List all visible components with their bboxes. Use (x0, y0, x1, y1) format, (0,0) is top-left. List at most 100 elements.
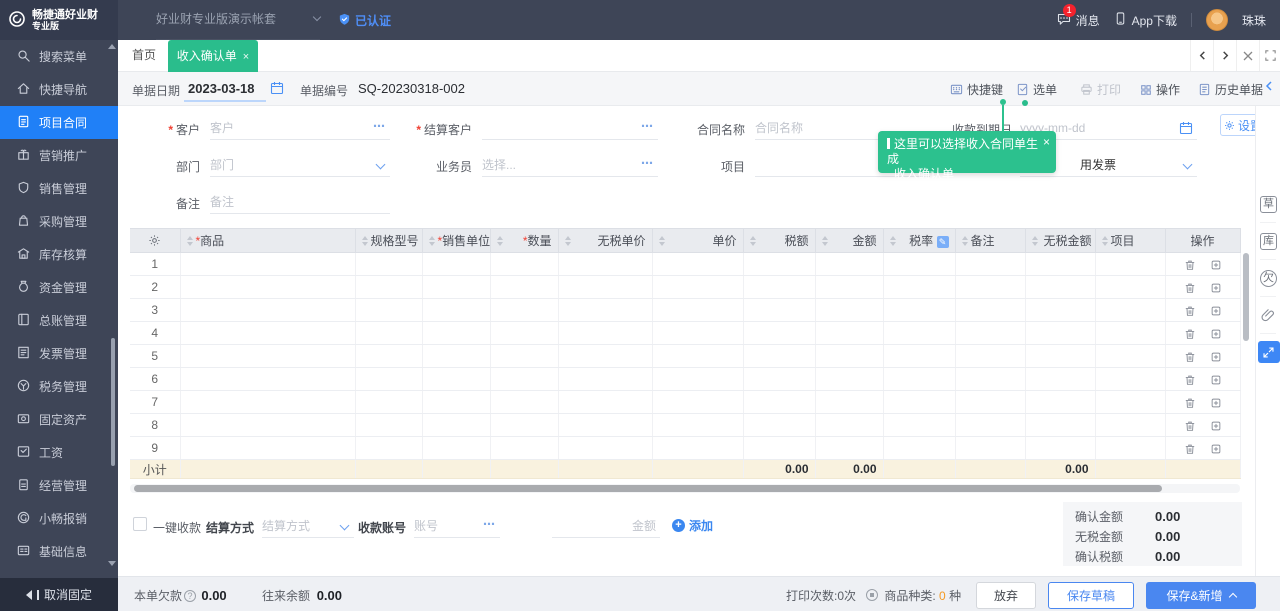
grid-cell[interactable] (883, 436, 956, 460)
grid-cell[interactable] (955, 390, 1026, 414)
sort-icon[interactable] (1031, 235, 1038, 246)
grid-cell[interactable] (180, 252, 356, 276)
account-selector[interactable]: 好业财专业版演示帐套 (156, 0, 322, 40)
grid-cell[interactable] (558, 275, 653, 299)
grid-cell[interactable] (955, 321, 1026, 345)
grid-cell[interactable] (883, 367, 956, 391)
close-all-tabs-button[interactable] (1236, 40, 1259, 71)
grid-cell[interactable] (355, 413, 423, 437)
grid-cell[interactable] (1095, 275, 1166, 299)
grid-cell[interactable] (1025, 390, 1096, 414)
delete-row-icon[interactable] (1184, 374, 1196, 386)
sidebar-item-7[interactable]: 资金管理 (0, 271, 118, 304)
grid-cell[interactable] (1095, 436, 1166, 460)
copy-row-icon[interactable] (1210, 397, 1222, 409)
sidebar-item-15[interactable]: 基础信息 (0, 535, 118, 568)
app-download-button[interactable]: App下载 (1114, 12, 1177, 29)
grid-cell[interactable] (815, 252, 884, 276)
messages-button[interactable]: 1 消息 (1057, 3, 1100, 29)
grid-cell[interactable] (422, 298, 491, 322)
column-header-10[interactable]: 备注 (955, 228, 1026, 253)
grid-cell[interactable] (652, 298, 744, 322)
grid-cell[interactable] (180, 321, 356, 345)
grid-cell[interactable] (558, 298, 653, 322)
collect-account-field[interactable]: 账号 ⋯ (414, 516, 500, 538)
grid-cell[interactable] (1025, 436, 1096, 460)
tab-income-confirm[interactable]: 收入确认单 × (168, 40, 258, 72)
grid-cell[interactable] (815, 390, 884, 414)
scroll-down-icon[interactable] (108, 561, 116, 566)
sort-icon[interactable] (1101, 235, 1108, 246)
grid-cell[interactable] (422, 321, 491, 345)
actions-button[interactable]: 操作 (1140, 81, 1180, 98)
more-icon[interactable]: ⋯ (641, 156, 654, 170)
grid-cell[interactable] (558, 321, 653, 345)
column-header-12[interactable]: 项目 (1095, 228, 1166, 253)
grid-cell[interactable] (490, 413, 559, 437)
grid-cell[interactable] (955, 298, 1026, 322)
scroll-up-icon[interactable] (108, 44, 116, 49)
sort-icon[interactable] (428, 235, 435, 246)
doc-date-value[interactable]: 2023-03-18 (188, 81, 255, 96)
grid-cell[interactable] (1095, 390, 1166, 414)
sidebar-item-6[interactable]: 库存核算 (0, 238, 118, 271)
help-icon[interactable]: ? (184, 590, 197, 602)
grid-cell[interactable] (652, 252, 744, 276)
grid-cell[interactable] (652, 367, 744, 391)
grid-cell[interactable] (355, 298, 423, 322)
tax-rate-edit-icon[interactable]: ✎ (936, 236, 949, 248)
history-docs-button[interactable]: 历史单据 (1198, 81, 1263, 98)
grid-cell[interactable] (490, 252, 559, 276)
calendar-icon[interactable] (270, 81, 284, 98)
sort-icon[interactable] (186, 235, 193, 246)
collect-amount-field[interactable]: 金额 (552, 516, 660, 538)
grid-cell[interactable] (422, 252, 491, 276)
grid-cell[interactable] (1095, 321, 1166, 345)
chevron-down-icon[interactable] (339, 520, 350, 531)
chevron-down-icon[interactable] (1182, 159, 1193, 170)
grid-cell[interactable] (743, 344, 816, 368)
sidebar-item-16[interactable]: 系统管理 (0, 568, 118, 578)
sort-icon[interactable] (821, 235, 828, 246)
delete-row-icon[interactable] (1184, 282, 1196, 294)
sidebar-item-13[interactable]: 经营管理 (0, 469, 118, 502)
sidebar-item-1[interactable]: 快捷导航 (0, 73, 118, 106)
column-header-4[interactable]: *数量 (490, 228, 559, 253)
inventory-box-icon[interactable]: 库 (1256, 223, 1280, 259)
grid-cell[interactable] (1025, 344, 1096, 368)
grid-cell[interactable] (815, 367, 884, 391)
sidebar-item-9[interactable]: 发票管理 (0, 337, 118, 370)
vertical-scrollbar-thumb[interactable] (1243, 253, 1249, 341)
grid-cell[interactable] (652, 390, 744, 414)
grid-cell[interactable] (1025, 367, 1096, 391)
column-header-7[interactable]: 税额 (743, 228, 816, 253)
sort-icon[interactable] (961, 235, 968, 246)
save-draft-button[interactable]: 保存草稿 (1048, 582, 1134, 609)
draft-icon[interactable]: 草 (1256, 186, 1280, 222)
grid-cell[interactable] (1025, 413, 1096, 437)
grid-cell[interactable] (743, 436, 816, 460)
grid-cell[interactable] (743, 321, 816, 345)
scrollbar-thumb[interactable] (111, 338, 115, 466)
grid-cell[interactable] (883, 413, 956, 437)
sidebar-item-11[interactable]: 固定资产 (0, 403, 118, 436)
prev-doc-button[interactable] (1264, 81, 1274, 91)
grid-cell[interactable] (743, 275, 816, 299)
tooltip-close-icon[interactable]: × (1043, 135, 1050, 150)
grid-cell[interactable] (355, 275, 423, 299)
sidebar-item-10[interactable]: 税务管理 (0, 370, 118, 403)
grid-cell[interactable] (180, 275, 356, 299)
grid-cell[interactable] (490, 390, 559, 414)
more-icon[interactable]: ⋯ (483, 517, 496, 531)
grid-cell[interactable] (422, 275, 491, 299)
grid-cell[interactable] (180, 413, 356, 437)
column-header-13[interactable]: 操作 (1165, 228, 1241, 253)
sort-icon[interactable] (749, 235, 756, 246)
grid-cell[interactable] (652, 413, 744, 437)
grid-cell[interactable] (1095, 413, 1166, 437)
sort-icon[interactable] (658, 235, 665, 246)
sidebar-item-12[interactable]: 工资 (0, 436, 118, 469)
sort-icon[interactable] (564, 235, 571, 246)
grid-cell[interactable] (1095, 367, 1166, 391)
avatar[interactable] (1205, 9, 1228, 31)
